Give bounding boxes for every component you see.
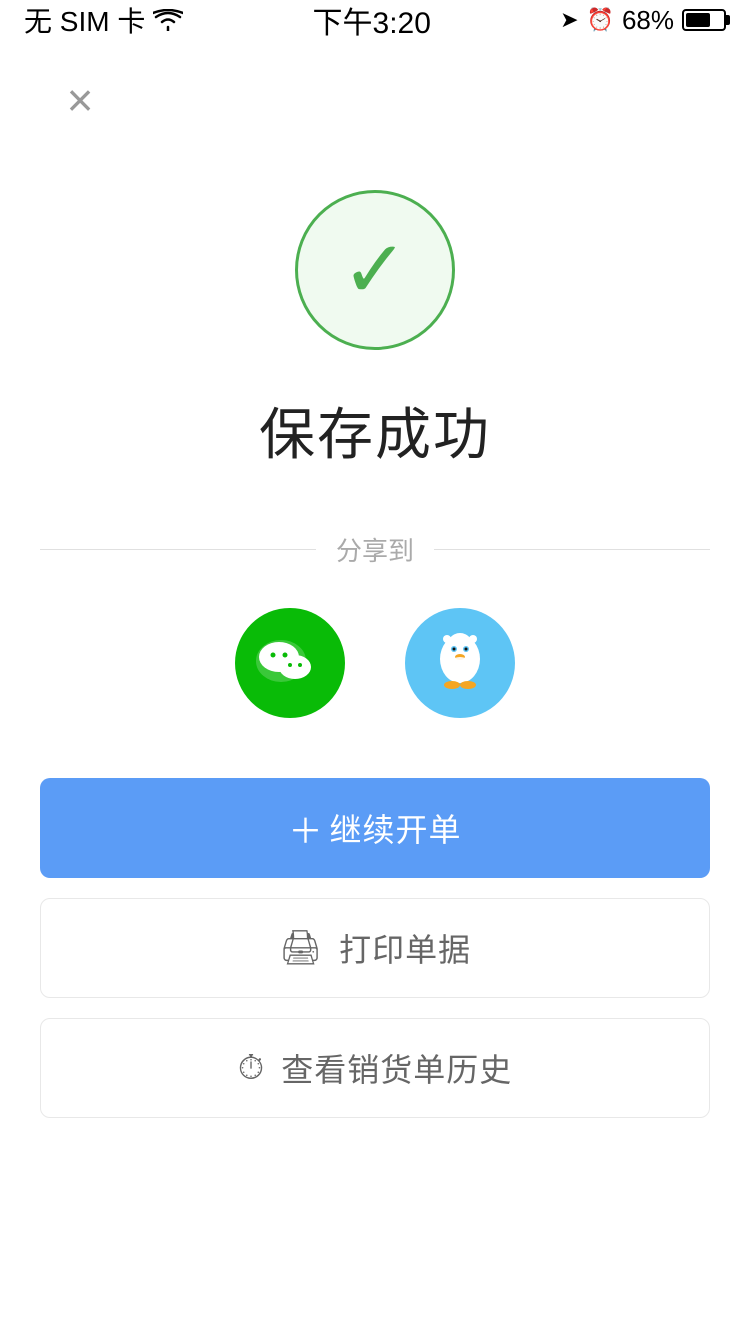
printer-icon: 🖨 [279, 928, 323, 968]
divider-line-right [434, 549, 710, 550]
print-label: 打印单据 [339, 925, 471, 971]
no-sim-text: 无 SIM 卡 [24, 0, 145, 40]
status-right: ➤ ⏰ 68% [560, 5, 726, 36]
qq-share-button[interactable] [405, 608, 515, 718]
battery-percent: 68% [622, 5, 674, 36]
success-circle: ✓ [295, 190, 455, 350]
status-bar: 无 SIM 卡 下午3:20 ➤ ⏰ 68% [0, 0, 750, 40]
continue-order-label: 继续开单 [329, 805, 461, 851]
wechat-icon [255, 633, 325, 693]
qq-icon [430, 629, 490, 697]
wechat-share-button[interactable] [235, 608, 345, 718]
action-buttons: ＋ 继续开单 🖨 打印单据 ⏱ 查看销货单历史 [40, 778, 710, 1118]
location-icon: ➤ [560, 7, 578, 33]
wifi-icon [153, 9, 183, 31]
status-left: 无 SIM 卡 [24, 0, 183, 40]
continue-order-button[interactable]: ＋ 继续开单 [40, 778, 710, 878]
history-label: 查看销货单历史 [281, 1045, 512, 1091]
close-button[interactable]: × [50, 70, 110, 130]
history-icon: ⏱ [238, 1049, 266, 1088]
share-divider: 分享到 [40, 531, 710, 568]
share-icons-row [235, 608, 515, 718]
alarm-icon: ⏰ [587, 7, 614, 33]
print-receipt-button[interactable]: 🖨 打印单据 [40, 898, 710, 998]
success-title: 保存成功 [259, 390, 491, 471]
close-icon: × [67, 77, 94, 123]
view-history-button[interactable]: ⏱ 查看销货单历史 [40, 1018, 710, 1118]
plus-icon: ＋ [288, 804, 323, 853]
checkmark-icon: ✓ [341, 230, 408, 310]
share-label: 分享到 [336, 531, 414, 568]
battery-icon [682, 9, 726, 31]
main-content: × ✓ 保存成功 分享到 [0, 40, 750, 1334]
divider-line-left [40, 549, 316, 550]
time-display: 下午3:20 [313, 0, 431, 42]
